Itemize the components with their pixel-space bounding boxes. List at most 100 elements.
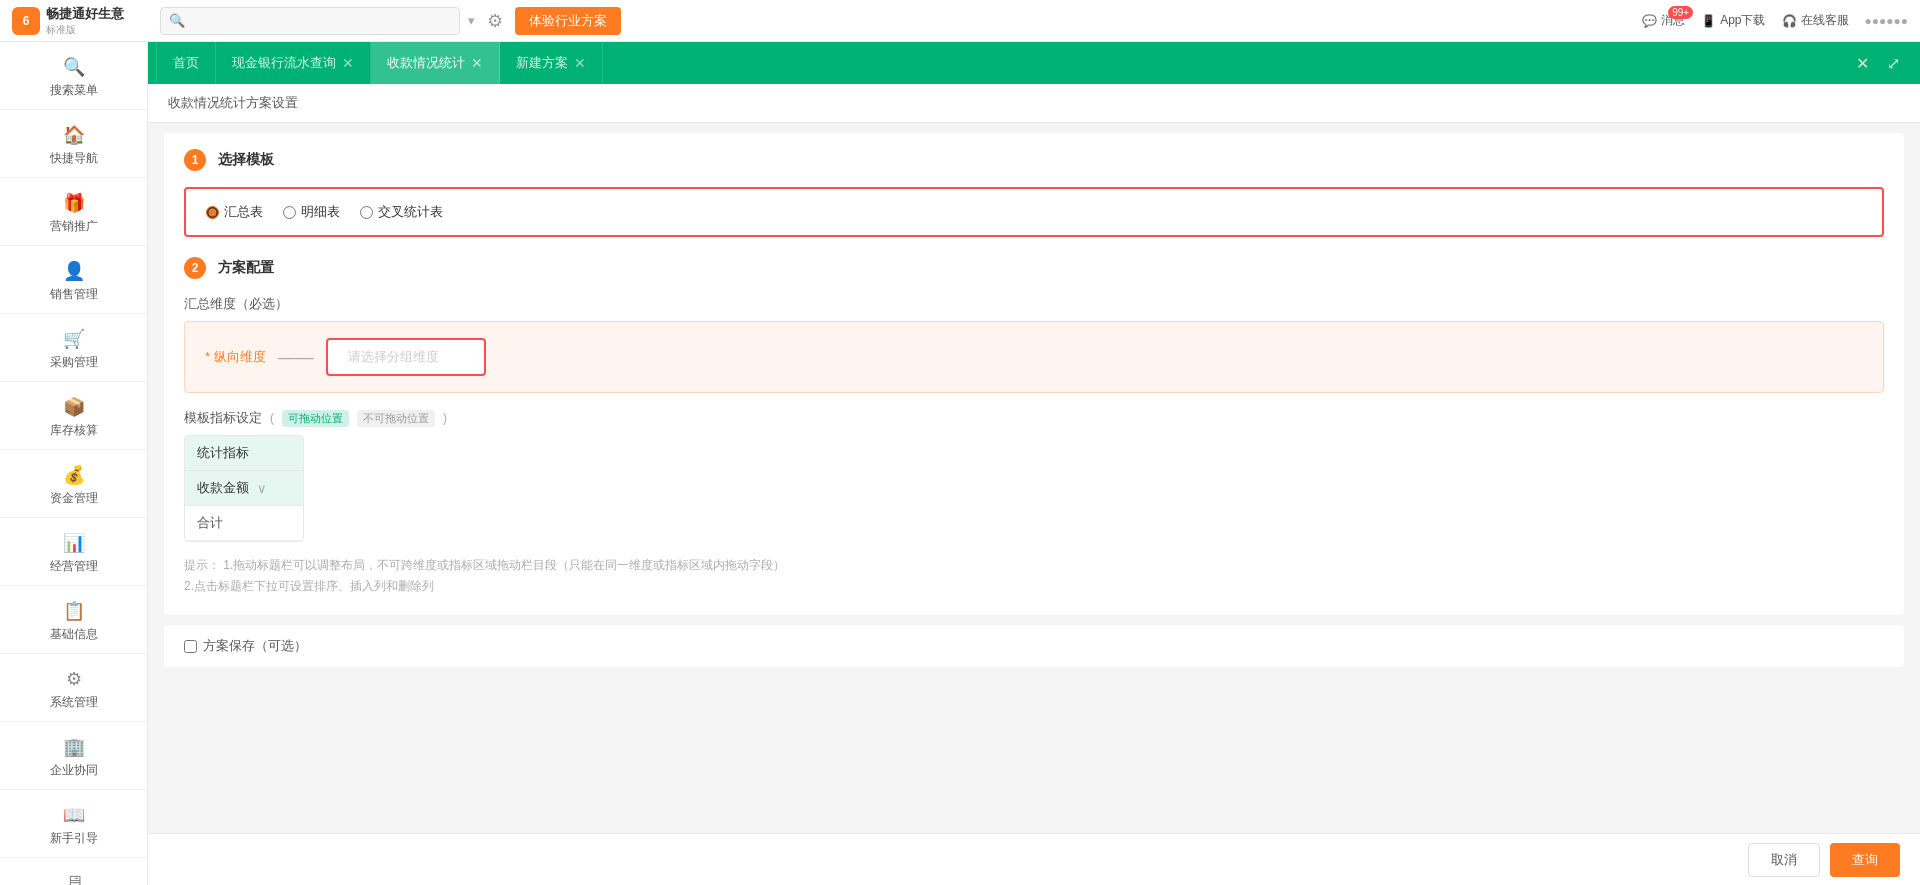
sidebar-item-marketing[interactable]: 🎁 营销推广	[0, 178, 147, 246]
cart-icon: 🛒	[63, 328, 85, 350]
sidebar-item-finance[interactable]: 💰 资金管理	[0, 450, 147, 518]
tab-stat-close[interactable]: ✕	[471, 55, 483, 71]
tips-line2: 2.点击标题栏下拉可设置排序、插入列和删除列	[184, 578, 1884, 595]
person-icon: 👤	[63, 260, 85, 282]
step1-row: 1 选择模板	[184, 149, 1884, 171]
step2-title: 方案配置	[218, 259, 274, 277]
sidebar-item-purchase[interactable]: 🛒 采购管理	[0, 314, 147, 382]
home-icon: 🏠	[63, 124, 85, 146]
step1-num: 1	[184, 149, 206, 171]
sidebar-item-label: 基础信息	[50, 626, 98, 643]
step2-row: 2 方案配置	[184, 257, 1884, 279]
sidebar-item-label: 搜索菜单	[50, 82, 98, 99]
sidebar-item-hardware[interactable]: 🖥 智能硬件	[0, 858, 147, 885]
message-btn[interactable]: 💬 消息 99+	[1642, 12, 1685, 29]
sidebar-item-guide[interactable]: 📖 新手引导	[0, 790, 147, 858]
config-section: 汇总维度（必选） * 纵向维度 —— 请选择分组维度	[184, 295, 1884, 393]
radio-cross-input[interactable]	[360, 206, 373, 219]
user-info: ●●●●●●	[1865, 14, 1909, 28]
sidebar-item-label: 企业协同	[50, 762, 98, 779]
sidebar-item-base[interactable]: 📋 基础信息	[0, 586, 147, 654]
tab-new[interactable]: 新建方案 ✕	[500, 42, 603, 84]
sidebar-item-label: 新手引导	[50, 830, 98, 847]
radio-cross[interactable]: 交叉统计表	[360, 203, 443, 221]
save-checkbox[interactable]	[184, 640, 197, 653]
logo-text: 畅捷通好生意	[46, 5, 124, 23]
logo: 6 畅捷通好生意 标准版	[12, 5, 152, 37]
step2-num: 2	[184, 257, 206, 279]
radio-detail-input[interactable]	[283, 206, 296, 219]
download-label: App下载	[1720, 12, 1765, 29]
indicator-group-label: 统计指标	[197, 444, 249, 462]
trial-button[interactable]: 体验行业方案	[515, 7, 621, 35]
sidebar-item-label: 销售管理	[50, 286, 98, 303]
save-label[interactable]: 方案保存（可选）	[184, 637, 1884, 655]
radio-summary-label: 汇总表	[224, 203, 263, 221]
sidebar-item-label: 资金管理	[50, 490, 98, 507]
dim-placeholder: 请选择分组维度	[348, 349, 439, 364]
sidebar-item-inventory[interactable]: 📦 库存核算	[0, 382, 147, 450]
building-icon: 🏢	[63, 736, 85, 758]
sidebar-item-label: 快捷导航	[50, 150, 98, 167]
service-icon: 🎧	[1782, 14, 1797, 28]
tips-line1: 提示： 1.拖动标题栏可以调整布局，不可跨维度或指标区域拖动栏目段（只能在同一维…	[184, 557, 1884, 574]
tips-section: 提示： 1.拖动标题栏可以调整布局，不可跨维度或指标区域拖动栏目段（只能在同一维…	[184, 557, 1884, 595]
tag-movable: 可拖动位置	[282, 410, 349, 427]
indicator-col-header[interactable]: 收款金额 ∨	[185, 471, 303, 506]
sidebar: 🔍 搜索菜单 🏠 快捷导航 🎁 营销推广 👤 销售管理 🛒 采购管理 📦 库存核…	[0, 42, 148, 885]
tab-bar: 首页 现金银行流水查询 ✕ 收款情况统计 ✕ 新建方案 ✕ ✕ ⤢	[148, 42, 1920, 84]
sidebar-item-search[interactable]: 🔍 搜索菜单	[0, 42, 147, 110]
money-icon: 💰	[63, 464, 85, 486]
tab-bank-close[interactable]: ✕	[342, 55, 354, 71]
dropdown-icon[interactable]: ▾	[468, 13, 475, 28]
box-icon: 📦	[63, 396, 85, 418]
gear-icon: ⚙	[66, 668, 82, 690]
download-btn[interactable]: 📱 App下载	[1701, 12, 1765, 29]
chart-icon: 📊	[63, 532, 85, 554]
sidebar-item-nav[interactable]: 🏠 快捷导航	[0, 110, 147, 178]
dim-area: * 纵向维度 —— 请选择分组维度	[184, 321, 1884, 393]
service-btn[interactable]: 🎧 在线客服	[1782, 12, 1849, 29]
sidebar-item-label: 营销推广	[50, 218, 98, 235]
sidebar-item-operation[interactable]: 📊 经营管理	[0, 518, 147, 586]
indicator-row-label: 合计	[185, 506, 303, 541]
sidebar-item-label: 经营管理	[50, 558, 98, 575]
save-text: 方案保存（可选）	[203, 637, 307, 655]
save-section: 方案保存（可选）	[164, 625, 1904, 667]
indicator-col-label: 收款金额	[197, 479, 249, 497]
indicator-dropdown-icon[interactable]: ∨	[257, 481, 267, 496]
radio-detail[interactable]: 明细表	[283, 203, 340, 221]
cancel-button[interactable]: 取消	[1748, 843, 1820, 877]
tab-right-actions: ✕ ⤢	[1852, 42, 1912, 84]
book-icon: 📖	[63, 804, 85, 826]
tab-bank[interactable]: 现金银行流水查询 ✕	[216, 42, 371, 84]
bottom-bar: 取消 查询	[148, 833, 1920, 885]
page-header: 收款情况统计方案设置	[148, 84, 1920, 123]
tab-home[interactable]: 首页	[156, 42, 216, 84]
info-icon: 📋	[63, 600, 85, 622]
tab-new-close[interactable]: ✕	[574, 55, 586, 71]
tab-stat[interactable]: 收款情况统计 ✕	[371, 42, 500, 84]
sidebar-item-label: 系统管理	[50, 694, 98, 711]
gift-icon: 🎁	[63, 192, 85, 214]
close-window-icon[interactable]: ✕	[1852, 50, 1873, 77]
sidebar-item-system[interactable]: ⚙ 系统管理	[0, 654, 147, 722]
query-button[interactable]: 查询	[1830, 843, 1900, 877]
sidebar-item-sales[interactable]: 👤 销售管理	[0, 246, 147, 314]
search-bar[interactable]: 🔍	[160, 7, 460, 35]
search-input[interactable]	[185, 14, 451, 28]
dim-select[interactable]: 请选择分组维度	[326, 338, 486, 376]
maximize-icon[interactable]: ⤢	[1883, 50, 1904, 77]
radio-cross-label: 交叉统计表	[378, 203, 443, 221]
sidebar-item-corp[interactable]: 🏢 企业协同	[0, 722, 147, 790]
gear-icon[interactable]: ⚙	[483, 6, 507, 36]
radio-summary-input[interactable]	[206, 206, 219, 219]
indicator-label: 模板指标设定 ( 可拖动位置 不可拖动位置 )	[184, 409, 1884, 427]
tab-home-label: 首页	[173, 54, 199, 72]
sidebar-item-label: 库存核算	[50, 422, 98, 439]
search-icon: 🔍	[169, 13, 185, 28]
dim-row: * 纵向维度 —— 请选择分组维度	[205, 338, 486, 376]
radio-summary[interactable]: 汇总表	[206, 203, 263, 221]
indicator-group-header: 统计指标	[185, 436, 303, 471]
template-section: 汇总表 明细表 交叉统计表	[184, 187, 1884, 237]
